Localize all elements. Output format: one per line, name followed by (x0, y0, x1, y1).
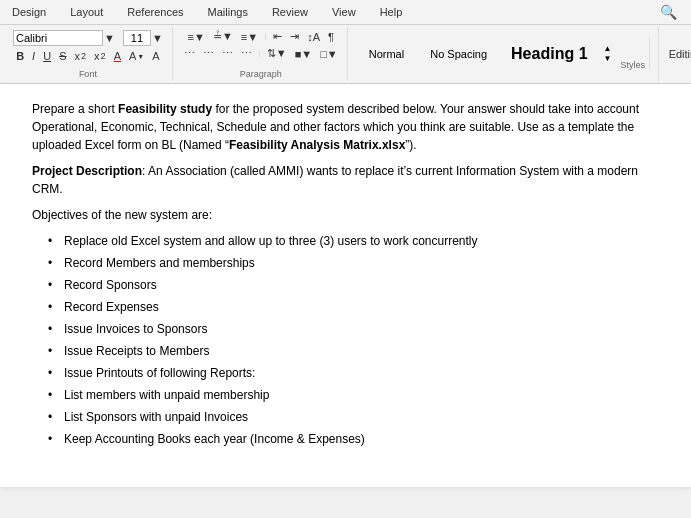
font-row1: Calibri ▼ 11 ▼ (10, 29, 166, 47)
list-item: Replace old Excel system and allow up to… (64, 232, 659, 250)
strikethrough-button[interactable]: S (56, 49, 69, 63)
para1-text1: Prepare a short (32, 102, 118, 116)
bullets-button[interactable]: ≡▼ (185, 30, 208, 44)
align-right-button[interactable]: ⋯ (219, 46, 236, 61)
bold-button[interactable]: B (13, 49, 27, 63)
paragraph-group-label: Paragraph (240, 67, 282, 79)
line-spacing-button[interactable]: ⇅▼ (264, 46, 290, 61)
list-item: List Sponsors with unpaid Invoices (64, 408, 659, 426)
font-name-dropdown[interactable]: Calibri ▼ (10, 29, 118, 47)
ribbon: Calibri ▼ 11 ▼ B I U S x2 x2 A A▼ A Font (0, 25, 691, 83)
list-item: Record Expenses (64, 298, 659, 316)
underline-button[interactable]: U (40, 49, 54, 63)
para1-bold2: Feasibility Analysis Matrix.xlsx (229, 138, 405, 152)
font-color-button[interactable]: A (111, 49, 124, 63)
editing-group: Editing (661, 27, 691, 81)
list-item: Issue Invoices to Sponsors (64, 320, 659, 338)
show-para-button[interactable]: ¶ (325, 30, 337, 44)
paragraph-2: Project Description: An Association (cal… (32, 162, 659, 198)
font-size-dropdown-icon[interactable]: ▼ (152, 32, 163, 44)
font-row2: B I U S x2 x2 A A▼ A (13, 49, 162, 63)
sort-button[interactable]: ↕A (304, 30, 323, 44)
shading-button[interactable]: ■▼ (292, 47, 316, 61)
list-item: List members with unpaid membership (64, 386, 659, 404)
menu-layout[interactable]: Layout (66, 4, 107, 20)
text-effects-button[interactable]: A (149, 49, 162, 63)
align-left-button[interactable]: ⋯ (181, 46, 198, 61)
list-item: Record Members and memberships (64, 254, 659, 272)
list-item: Issue Printouts of following Reports: (64, 364, 659, 382)
para-row1: ≡▼ ≟▼ ≡▼ ⇤ ⇥ ↕A ¶ (185, 29, 337, 44)
style-normal-button[interactable]: Normal (358, 45, 415, 63)
paragraph-3: Objectives of the new system are: (32, 206, 659, 224)
paragraph-1: Prepare a short Feasibility study for th… (32, 100, 659, 154)
list-item: Keep Accounting Books each year (Income … (64, 430, 659, 448)
font-size-input[interactable]: 11 (123, 30, 151, 46)
styles-group-label: Styles (620, 58, 645, 70)
highlight-button[interactable]: A▼ (126, 49, 147, 63)
superscript-button[interactable]: x2 (91, 49, 109, 63)
search-icon[interactable]: 🔍 (654, 2, 683, 22)
para2-label: Project Description (32, 164, 142, 178)
decrease-indent-button[interactable]: ⇤ (270, 29, 285, 44)
font-group: Calibri ▼ 11 ▼ B I U S x2 x2 A A▼ A Font (4, 27, 173, 81)
align-center-button[interactable]: ⋯ (200, 46, 217, 61)
font-size-dropdown[interactable]: 11 ▼ (120, 29, 166, 47)
italic-button[interactable]: I (29, 49, 38, 63)
para-row2: ⋯ ⋯ ⋯ ⋯ ⇅▼ ■▼ □▼ (181, 46, 341, 61)
menu-design[interactable]: Design (8, 4, 50, 20)
styles-scroll-down[interactable]: ▼ (603, 54, 613, 64)
font-name-input[interactable]: Calibri (13, 30, 103, 46)
divider1 (265, 33, 266, 40)
editing-button[interactable]: Editing (665, 46, 691, 62)
menu-bar: Design Layout References Mailings Review… (0, 0, 691, 25)
multilevel-button[interactable]: ≡▼ (238, 30, 261, 44)
menu-view[interactable]: View (328, 4, 360, 20)
paragraph-group: ≡▼ ≟▼ ≡▼ ⇤ ⇥ ↕A ¶ ⋯ ⋯ ⋯ ⋯ ⇅▼ ■▼ □▼ Parag… (175, 27, 348, 81)
para1-end: ”). (405, 138, 416, 152)
subscript-button[interactable]: x2 (71, 49, 89, 63)
list-item: Record Sponsors (64, 276, 659, 294)
list-item: Issue Receipts to Members (64, 342, 659, 360)
menu-review[interactable]: Review (268, 4, 312, 20)
justify-button[interactable]: ⋯ (238, 46, 255, 61)
increase-indent-button[interactable]: ⇥ (287, 29, 302, 44)
font-group-label: Font (79, 67, 97, 79)
numbering-button[interactable]: ≟▼ (210, 29, 236, 44)
menu-help[interactable]: Help (376, 4, 407, 20)
styles-group: Normal No Spacing Heading 1 ▲ ▼ Styles (350, 27, 659, 81)
document-area[interactable]: Prepare a short Feasibility study for th… (0, 84, 691, 487)
para1-bold1: Feasibility study (118, 102, 212, 116)
style-no-spacing-button[interactable]: No Spacing (419, 45, 498, 63)
divider2 (259, 50, 260, 57)
styles-scroll-up[interactable]: ▲ (603, 44, 613, 54)
style-heading1-button[interactable]: Heading 1 (502, 44, 596, 64)
menu-mailings[interactable]: Mailings (204, 4, 252, 20)
bullet-list: Replace old Excel system and allow up to… (32, 232, 659, 448)
menu-references[interactable]: References (123, 4, 187, 20)
border-button[interactable]: □▼ (317, 47, 341, 61)
font-name-dropdown-icon[interactable]: ▼ (104, 32, 115, 44)
